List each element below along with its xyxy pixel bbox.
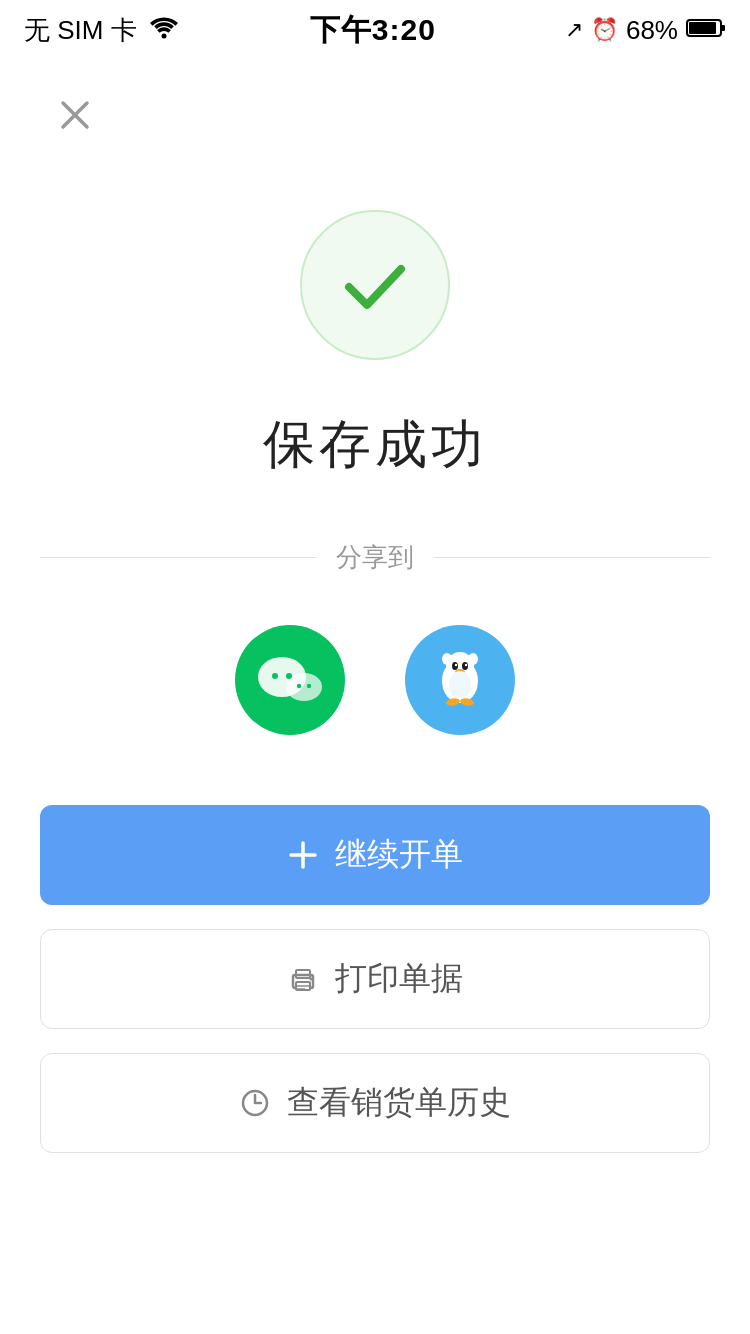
history-button[interactable]: 查看销货单历史	[40, 1053, 710, 1153]
checkmark-icon	[335, 245, 415, 325]
svg-point-11	[307, 684, 311, 688]
alarm-icon: ⏰	[591, 17, 618, 43]
svg-point-8	[272, 673, 278, 679]
divider-right	[434, 557, 710, 558]
svg-point-18	[465, 664, 467, 666]
svg-point-15	[452, 662, 458, 670]
success-title: 保存成功	[263, 410, 487, 480]
close-button[interactable]	[50, 90, 100, 140]
share-divider: 分享到	[40, 540, 710, 575]
print-button[interactable]: 打印单据	[40, 929, 710, 1029]
svg-point-20	[449, 671, 471, 699]
continue-button[interactable]: 继续开单	[40, 805, 710, 905]
share-icons-row	[235, 625, 515, 735]
history-label: 查看销货单历史	[287, 1081, 511, 1125]
wifi-icon	[147, 15, 181, 46]
svg-point-32	[310, 978, 313, 981]
wechat-share-button[interactable]	[235, 625, 345, 735]
close-area	[0, 60, 750, 150]
actions-container: 继续开单 打印单据 查看销货单历史	[40, 805, 710, 1153]
print-label: 打印单据	[335, 957, 463, 1001]
share-label: 分享到	[336, 540, 414, 575]
status-right: ↗ ⏰ 68%	[565, 15, 726, 46]
qq-icon	[425, 645, 495, 715]
print-icon	[287, 963, 319, 995]
svg-point-10	[297, 684, 301, 688]
continue-label: 继续开单	[335, 833, 463, 877]
svg-point-9	[286, 673, 292, 679]
svg-point-16	[462, 662, 468, 670]
location-icon: ↗	[565, 17, 583, 43]
success-icon-wrapper	[300, 210, 450, 360]
carrier-text: 无 SIM 卡	[24, 13, 137, 48]
svg-rect-3	[689, 22, 716, 34]
qq-share-button[interactable]	[405, 625, 515, 735]
main-content: 保存成功 分享到	[0, 150, 750, 1334]
wechat-icon	[256, 651, 324, 709]
svg-point-23	[442, 653, 452, 665]
svg-point-17	[455, 664, 457, 666]
plus-icon	[287, 839, 319, 871]
status-carrier-wifi: 无 SIM 卡	[24, 13, 181, 48]
status-time: 下午3:20	[310, 10, 436, 51]
svg-point-24	[468, 653, 478, 665]
svg-point-0	[161, 33, 166, 38]
svg-rect-2	[721, 25, 725, 31]
share-section: 分享到	[40, 540, 710, 735]
battery-icon	[686, 15, 726, 46]
status-bar: 无 SIM 卡 下午3:20 ↗ ⏰ 68%	[0, 0, 750, 60]
battery-percent: 68%	[626, 15, 678, 46]
divider-left	[40, 557, 316, 558]
history-icon	[239, 1087, 271, 1119]
